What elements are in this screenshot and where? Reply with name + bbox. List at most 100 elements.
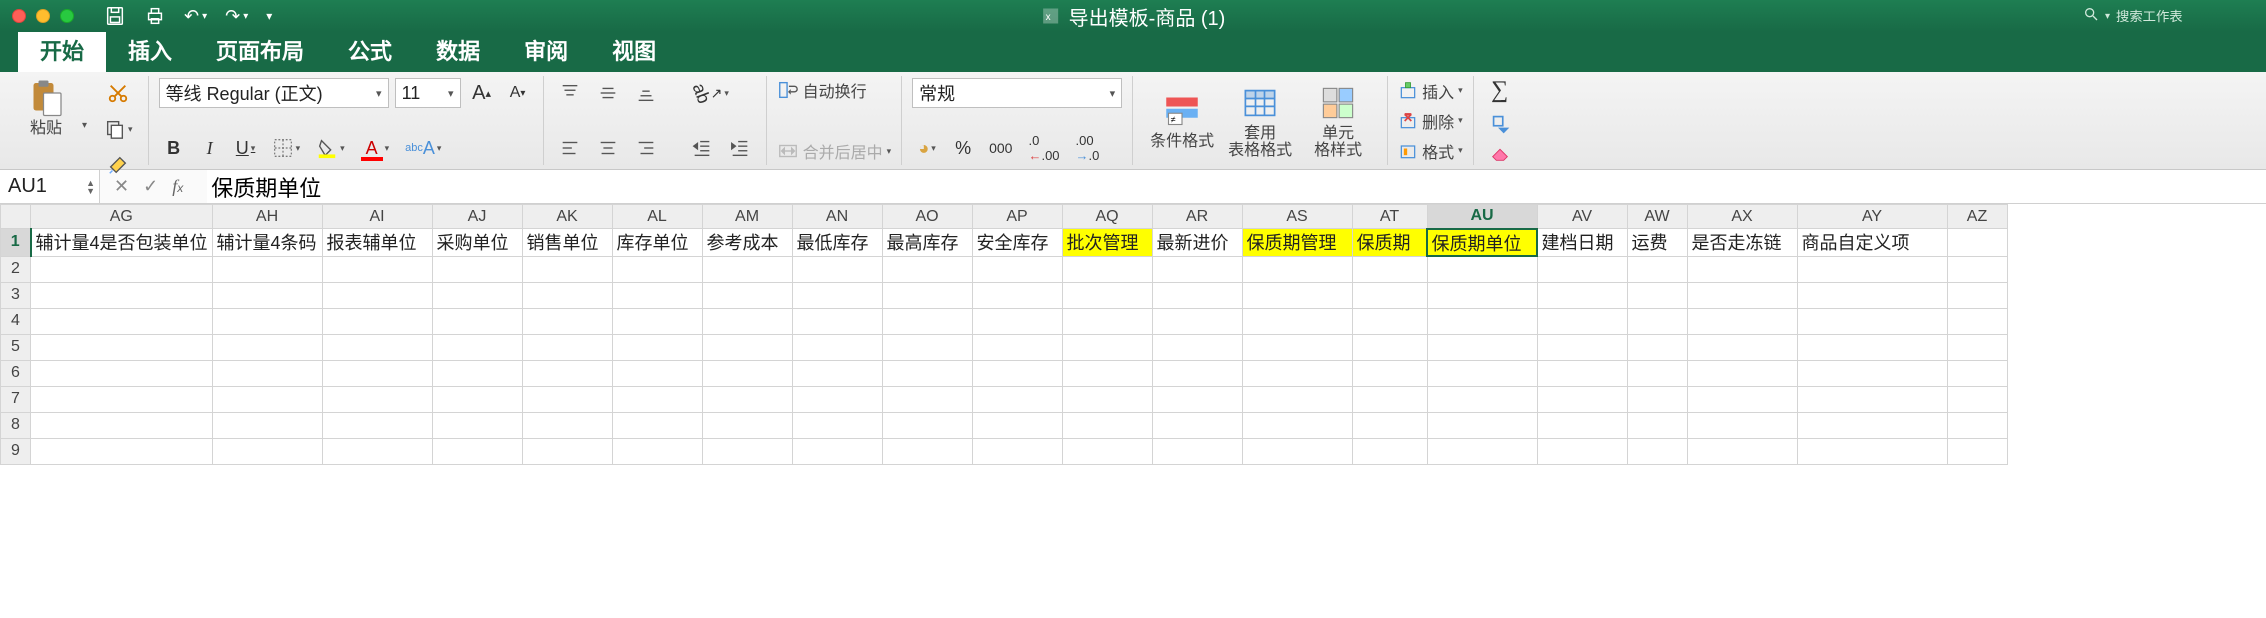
cell[interactable]: 保质期单位: [1427, 229, 1537, 257]
cell[interactable]: [1427, 412, 1537, 438]
cell[interactable]: [522, 412, 612, 438]
percent-button[interactable]: %: [948, 133, 978, 163]
font-size-combo[interactable]: 11▾: [395, 78, 461, 108]
underline-button[interactable]: U▾: [231, 133, 261, 163]
row-header[interactable]: 5: [1, 334, 31, 360]
align-top-button[interactable]: [554, 78, 586, 108]
merge-center-button[interactable]: 合并后居中 ▾: [777, 139, 892, 163]
cell[interactable]: [432, 308, 522, 334]
column-header[interactable]: AH: [212, 205, 322, 229]
decrease-indent-button[interactable]: [686, 133, 718, 163]
font-name-combo[interactable]: 等线 Regular (正文)▾: [159, 78, 389, 108]
cell[interactable]: [1152, 438, 1242, 464]
cell[interactable]: [1242, 256, 1352, 282]
cell[interactable]: [322, 386, 432, 412]
formula-input[interactable]: [207, 170, 2266, 203]
cell[interactable]: 保质期: [1352, 229, 1427, 257]
cell[interactable]: [1797, 282, 1947, 308]
cell[interactable]: [1352, 256, 1427, 282]
cell[interactable]: [612, 308, 702, 334]
tab-review[interactable]: 审阅: [502, 26, 590, 72]
tab-data[interactable]: 数据: [414, 26, 502, 72]
cell[interactable]: [702, 360, 792, 386]
cell[interactable]: [212, 334, 322, 360]
clear-button[interactable]: [1484, 141, 1516, 165]
column-header[interactable]: AU: [1427, 205, 1537, 229]
cell[interactable]: [972, 386, 1062, 412]
cell[interactable]: [1687, 360, 1797, 386]
cell[interactable]: [212, 412, 322, 438]
cell[interactable]: [1152, 412, 1242, 438]
cell[interactable]: [1797, 412, 1947, 438]
cell[interactable]: [1062, 256, 1152, 282]
cell[interactable]: [702, 412, 792, 438]
row-header[interactable]: 1: [1, 229, 31, 257]
border-button[interactable]: ▾: [267, 133, 306, 163]
cell[interactable]: 是否走冻链: [1687, 229, 1797, 257]
cell[interactable]: [612, 360, 702, 386]
cell[interactable]: 辅计量4条码: [212, 229, 322, 257]
align-right-button[interactable]: [630, 133, 662, 163]
cell[interactable]: 采购单位: [432, 229, 522, 257]
format-as-table-button[interactable]: 套用 表格格式: [1221, 83, 1299, 159]
format-cells-button[interactable]: 格式▾: [1398, 139, 1463, 163]
cell[interactable]: [1947, 229, 2007, 257]
row-header[interactable]: 8: [1, 412, 31, 438]
cell[interactable]: 建档日期: [1537, 229, 1627, 257]
currency-button[interactable]: ◕▾: [912, 133, 942, 163]
cell[interactable]: [31, 308, 213, 334]
tab-insert[interactable]: 插入: [106, 26, 194, 72]
cell[interactable]: [522, 256, 612, 282]
cell[interactable]: [1537, 334, 1627, 360]
column-header[interactable]: AW: [1627, 205, 1687, 229]
comma-style-button[interactable]: 000: [984, 133, 1017, 163]
cell[interactable]: [432, 256, 522, 282]
name-box-stepper[interactable]: ▲▼: [86, 179, 95, 195]
cell[interactable]: [1152, 308, 1242, 334]
cell[interactable]: [1627, 360, 1687, 386]
column-header[interactable]: AM: [702, 205, 792, 229]
row-header[interactable]: 4: [1, 308, 31, 334]
align-left-button[interactable]: [554, 133, 586, 163]
cancel-formula-button[interactable]: ✕: [114, 176, 129, 197]
cell[interactable]: [1627, 412, 1687, 438]
cell[interactable]: [1242, 386, 1352, 412]
cell[interactable]: [1627, 438, 1687, 464]
column-header[interactable]: AV: [1537, 205, 1627, 229]
column-header[interactable]: AR: [1152, 205, 1242, 229]
cell[interactable]: [1427, 256, 1537, 282]
tab-formulas[interactable]: 公式: [326, 26, 414, 72]
row-header[interactable]: 3: [1, 282, 31, 308]
cell[interactable]: [1797, 334, 1947, 360]
cell[interactable]: [702, 334, 792, 360]
cell[interactable]: [792, 412, 882, 438]
cell[interactable]: [1537, 360, 1627, 386]
column-header[interactable]: AJ: [432, 205, 522, 229]
cell[interactable]: [792, 282, 882, 308]
tab-layout[interactable]: 页面布局: [194, 26, 326, 72]
cell[interactable]: [212, 308, 322, 334]
cell[interactable]: [1427, 386, 1537, 412]
cell[interactable]: [31, 438, 213, 464]
column-header[interactable]: AG: [31, 205, 213, 229]
copy-button[interactable]: ▾: [99, 114, 138, 144]
cell[interactable]: [31, 412, 213, 438]
cell[interactable]: [432, 282, 522, 308]
column-header[interactable]: AY: [1797, 205, 1947, 229]
tab-home[interactable]: 开始: [18, 26, 106, 72]
cell[interactable]: [1352, 438, 1427, 464]
close-window-button[interactable]: [12, 9, 26, 23]
cell[interactable]: [1947, 360, 2007, 386]
cell[interactable]: 报表辅单位: [322, 229, 432, 257]
cell[interactable]: [1947, 256, 2007, 282]
cell[interactable]: [702, 256, 792, 282]
cell[interactable]: 安全库存: [972, 229, 1062, 257]
cell[interactable]: [1687, 256, 1797, 282]
paste-button[interactable]: 粘贴: [16, 78, 76, 137]
cell[interactable]: [1947, 334, 2007, 360]
cell[interactable]: [1537, 256, 1627, 282]
increase-decimal-button[interactable]: .0←.00: [1023, 133, 1064, 163]
cell[interactable]: [1797, 386, 1947, 412]
cell[interactable]: [882, 386, 972, 412]
accept-formula-button[interactable]: ✓: [143, 176, 158, 197]
